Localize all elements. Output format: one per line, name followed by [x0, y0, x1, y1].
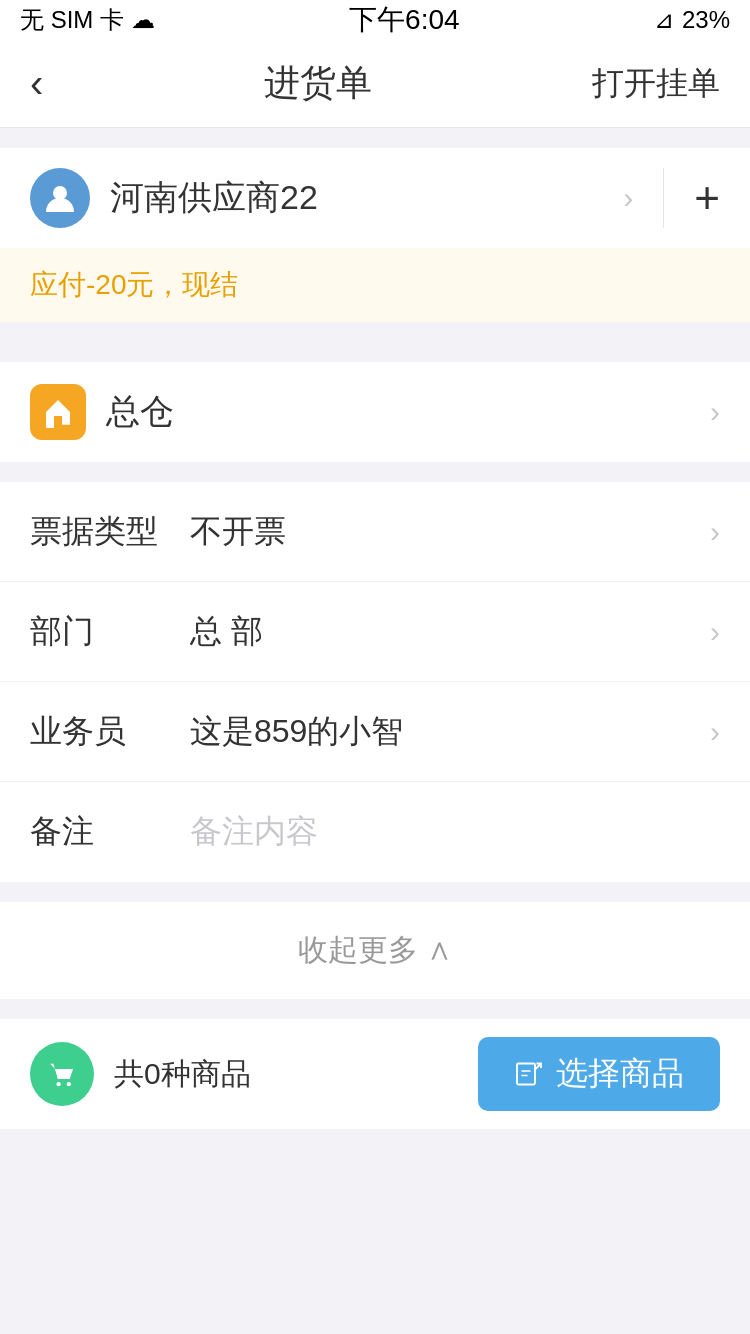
remark-label: 备注 [30, 810, 170, 854]
salesperson-value: 这是859的小智 [170, 710, 710, 754]
add-supplier-button[interactable]: + [663, 168, 720, 228]
ticket-type-value: 不开票 [170, 510, 710, 554]
status-left: 无 SIM 卡 ☁ [20, 4, 155, 36]
remark-row[interactable]: 备注 备注内容 [0, 782, 750, 882]
home-icon [42, 396, 74, 428]
collapse-button[interactable]: 收起更多 ∧ [0, 902, 750, 999]
notice-bar: 应付-20元，现结 [0, 248, 750, 322]
select-product-label: 选择商品 [556, 1052, 684, 1096]
supplier-section: 河南供应商22 › + [0, 148, 750, 248]
select-product-icon [514, 1059, 544, 1089]
salesperson-chevron-icon: › [710, 715, 720, 749]
form-section: 票据类型 不开票 › 部门 总 部 › 业务员 这是859的小智 › 备注 备注… [0, 482, 750, 882]
warehouse-chevron-icon: › [710, 395, 720, 429]
status-bar: 无 SIM 卡 ☁ 下午6:04 ⊿ 23% [0, 0, 750, 40]
status-time: 下午6:04 [349, 1, 460, 39]
ticket-type-label: 票据类型 [30, 510, 170, 554]
user-icon [42, 180, 78, 216]
section-gap-2 [0, 322, 750, 342]
battery-percent: 23% [682, 6, 730, 34]
salesperson-row[interactable]: 业务员 这是859的小智 › [0, 682, 750, 782]
supplier-row[interactable]: 河南供应商22 › + [30, 148, 720, 248]
warehouse-name: 总仓 [106, 389, 710, 435]
open-pending-button[interactable]: 打开挂单 [592, 62, 720, 106]
svg-point-0 [53, 186, 67, 200]
supplier-name: 河南供应商22 [110, 175, 623, 221]
sim-status: 无 SIM 卡 ☁ [20, 4, 155, 36]
warehouse-icon [30, 384, 86, 440]
svg-rect-3 [517, 1064, 535, 1085]
page-background [0, 1129, 750, 1334]
department-value: 总 部 [170, 610, 710, 654]
ticket-type-chevron-icon: › [710, 515, 720, 549]
svg-point-1 [56, 1082, 60, 1086]
department-label: 部门 [30, 610, 170, 654]
bottom-bar: 共0种商品 选择商品 [0, 1019, 750, 1129]
salesperson-label: 业务员 [30, 710, 170, 754]
department-row[interactable]: 部门 总 部 › [0, 582, 750, 682]
department-chevron-icon: › [710, 615, 720, 649]
warehouse-section[interactable]: 总仓 › [0, 362, 750, 462]
warehouse-row[interactable]: 总仓 › [30, 362, 720, 462]
cart-icon-wrap [30, 1042, 94, 1106]
supplier-avatar [30, 168, 90, 228]
remark-input[interactable]: 备注内容 [170, 810, 720, 854]
page-title: 进货单 [264, 59, 372, 108]
ticket-type-row[interactable]: 票据类型 不开票 › [0, 482, 750, 582]
select-product-button[interactable]: 选择商品 [478, 1037, 720, 1111]
svg-point-2 [67, 1082, 71, 1086]
status-right: ⊿ 23% [654, 6, 730, 34]
section-gap-1 [0, 128, 750, 148]
cart-icon [45, 1057, 79, 1091]
supplier-chevron-icon: › [623, 181, 633, 215]
back-icon: ‹ [30, 61, 43, 105]
back-button[interactable]: ‹ [30, 61, 43, 106]
battery-icon: ⊿ [654, 6, 674, 34]
product-count: 共0种商品 [114, 1054, 478, 1095]
nav-bar: ‹ 进货单 打开挂单 [0, 40, 750, 128]
